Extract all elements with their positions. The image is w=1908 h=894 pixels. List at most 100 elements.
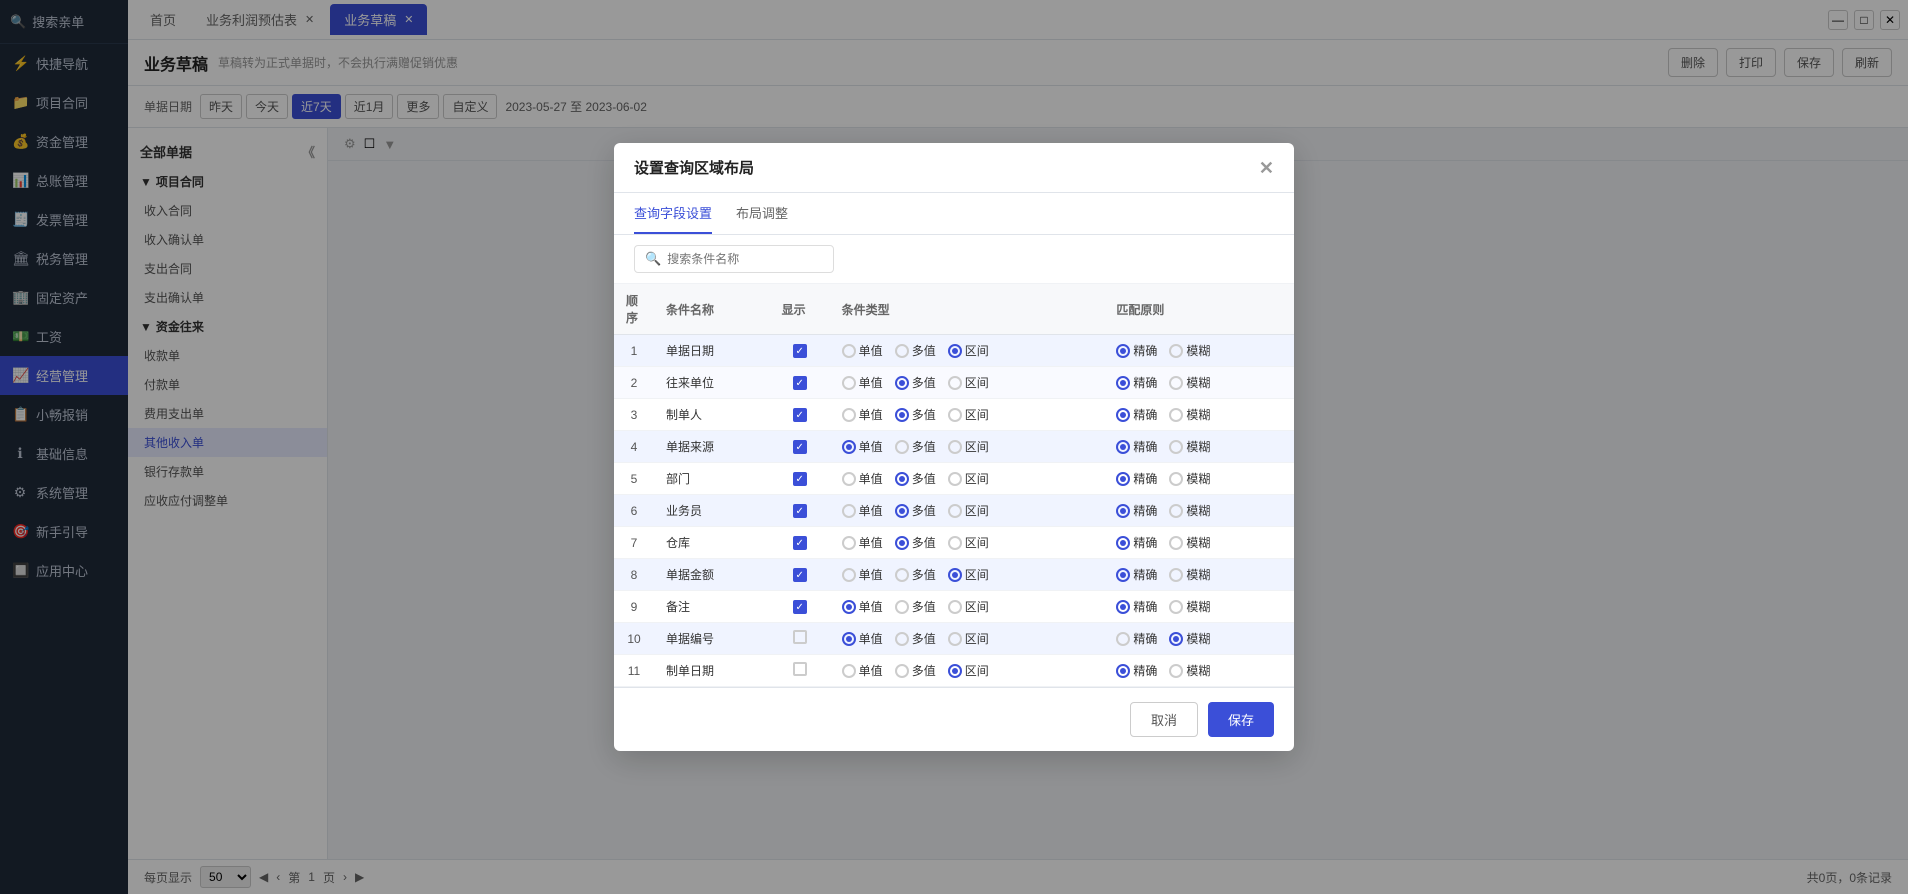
radio-circle-区间: [948, 344, 962, 358]
visible-checkbox[interactable]: ✓: [793, 408, 807, 422]
row-visible[interactable]: ✓: [770, 559, 830, 591]
radio-match-模糊[interactable]: 模糊: [1169, 630, 1210, 647]
radio-match-模糊[interactable]: 模糊: [1169, 534, 1210, 551]
radio-condition-单值[interactable]: 单值: [842, 630, 883, 647]
radio-condition-区间[interactable]: 区间: [948, 598, 989, 615]
tab-field-settings[interactable]: 查询字段设置: [634, 193, 712, 234]
visible-checkbox[interactable]: ✓: [793, 472, 807, 486]
visible-checkbox[interactable]: ✓: [793, 344, 807, 358]
radio-match-模糊[interactable]: 模糊: [1169, 598, 1210, 615]
row-visible[interactable]: ✓: [770, 399, 830, 431]
radio-condition-多值[interactable]: 多值: [895, 406, 936, 423]
radio-match-模糊[interactable]: 模糊: [1169, 374, 1210, 391]
row-visible[interactable]: ✓: [770, 495, 830, 527]
radio-condition-区间[interactable]: 区间: [948, 406, 989, 423]
row-visible[interactable]: ✓: [770, 527, 830, 559]
row-visible[interactable]: ✓: [770, 591, 830, 623]
tab-layout-adjust[interactable]: 布局调整: [736, 193, 788, 234]
radio-condition-多值[interactable]: 多值: [895, 566, 936, 583]
radio-condition-多值[interactable]: 多值: [895, 342, 936, 359]
radio-match-circle-精确: [1116, 376, 1130, 390]
radio-condition-多值[interactable]: 多值: [895, 438, 936, 455]
row-visible[interactable]: ✓: [770, 367, 830, 399]
radio-match-模糊[interactable]: 模糊: [1169, 566, 1210, 583]
radio-match-精确[interactable]: 精确: [1116, 662, 1157, 679]
radio-condition-区间[interactable]: 区间: [948, 534, 989, 551]
row-visible[interactable]: ✓: [770, 431, 830, 463]
row-visible[interactable]: ✓: [770, 335, 830, 367]
radio-circle-区间: [948, 376, 962, 390]
modal-footer: 取消 保存: [614, 687, 1294, 751]
radio-condition-单值[interactable]: 单值: [842, 470, 883, 487]
radio-circle-区间: [948, 536, 962, 550]
row-visible[interactable]: [770, 655, 830, 687]
visible-checkbox[interactable]: [793, 630, 807, 644]
radio-condition-单值[interactable]: 单值: [842, 598, 883, 615]
modal-search-input[interactable]: [667, 252, 823, 266]
radio-condition-单值[interactable]: 单值: [842, 438, 883, 455]
radio-condition-多值[interactable]: 多值: [895, 662, 936, 679]
modal-save-button[interactable]: 保存: [1208, 702, 1274, 737]
row-condition: 单值多值区间: [830, 463, 1105, 495]
radio-condition-区间[interactable]: 区间: [948, 662, 989, 679]
radio-match-circle-模糊: [1169, 568, 1183, 582]
radio-match-模糊[interactable]: 模糊: [1169, 342, 1210, 359]
radio-condition-区间[interactable]: 区间: [948, 470, 989, 487]
modal-search-area: 🔍: [614, 235, 1294, 284]
visible-checkbox[interactable]: ✓: [793, 600, 807, 614]
modal-close-button[interactable]: ✕: [1259, 159, 1274, 177]
radio-match-模糊[interactable]: 模糊: [1169, 502, 1210, 519]
row-order: 9: [614, 591, 654, 623]
radio-condition-多值[interactable]: 多值: [895, 374, 936, 391]
radio-match-模糊[interactable]: 模糊: [1169, 662, 1210, 679]
modal-header: 设置查询区域布局 ✕: [614, 143, 1294, 193]
visible-checkbox[interactable]: [793, 662, 807, 676]
radio-condition-区间[interactable]: 区间: [948, 374, 989, 391]
radio-condition-单值[interactable]: 单值: [842, 502, 883, 519]
radio-match-circle-精确: [1116, 600, 1130, 614]
radio-condition-多值[interactable]: 多值: [895, 470, 936, 487]
radio-condition-单值[interactable]: 单值: [842, 374, 883, 391]
radio-condition-区间[interactable]: 区间: [948, 342, 989, 359]
radio-condition-多值[interactable]: 多值: [895, 630, 936, 647]
radio-condition-区间[interactable]: 区间: [948, 630, 989, 647]
visible-checkbox[interactable]: ✓: [793, 504, 807, 518]
radio-condition-单值[interactable]: 单值: [842, 534, 883, 551]
row-match: 精确模糊: [1104, 591, 1294, 623]
radio-condition-区间[interactable]: 区间: [948, 566, 989, 583]
radio-match-精确[interactable]: 精确: [1116, 374, 1157, 391]
visible-checkbox[interactable]: ✓: [793, 440, 807, 454]
visible-checkbox[interactable]: ✓: [793, 536, 807, 550]
radio-match-精确[interactable]: 精确: [1116, 630, 1157, 647]
radio-match-精确[interactable]: 精确: [1116, 598, 1157, 615]
radio-condition-区间[interactable]: 区间: [948, 438, 989, 455]
radio-match-精确[interactable]: 精确: [1116, 406, 1157, 423]
radio-match-精确[interactable]: 精确: [1116, 566, 1157, 583]
radio-match-circle-模糊: [1169, 600, 1183, 614]
radio-match-模糊[interactable]: 模糊: [1169, 406, 1210, 423]
radio-condition-多值[interactable]: 多值: [895, 502, 936, 519]
row-visible[interactable]: [770, 623, 830, 655]
radio-condition-单值[interactable]: 单值: [842, 342, 883, 359]
radio-condition-多值[interactable]: 多值: [895, 534, 936, 551]
radio-condition-单值[interactable]: 单值: [842, 566, 883, 583]
visible-checkbox[interactable]: ✓: [793, 568, 807, 582]
radio-match-模糊[interactable]: 模糊: [1169, 438, 1210, 455]
row-match: 精确模糊: [1104, 527, 1294, 559]
radio-match-模糊[interactable]: 模糊: [1169, 470, 1210, 487]
visible-checkbox[interactable]: ✓: [793, 376, 807, 390]
radio-match-精确[interactable]: 精确: [1116, 470, 1157, 487]
radio-match-精确[interactable]: 精确: [1116, 534, 1157, 551]
radio-condition-单值[interactable]: 单值: [842, 662, 883, 679]
radio-match-精确[interactable]: 精确: [1116, 438, 1157, 455]
modal-overlay: 设置查询区域布局 ✕ 查询字段设置 布局调整 🔍 顺序 条件名称 显示 条件类型: [0, 0, 1908, 894]
row-match: 精确模糊: [1104, 335, 1294, 367]
cancel-button[interactable]: 取消: [1130, 702, 1198, 737]
radio-condition-区间[interactable]: 区间: [948, 502, 989, 519]
radio-condition-多值[interactable]: 多值: [895, 598, 936, 615]
radio-match-精确[interactable]: 精确: [1116, 502, 1157, 519]
radio-condition-单值[interactable]: 单值: [842, 406, 883, 423]
col-order: 顺序: [614, 284, 654, 335]
radio-match-精确[interactable]: 精确: [1116, 342, 1157, 359]
row-visible[interactable]: ✓: [770, 463, 830, 495]
